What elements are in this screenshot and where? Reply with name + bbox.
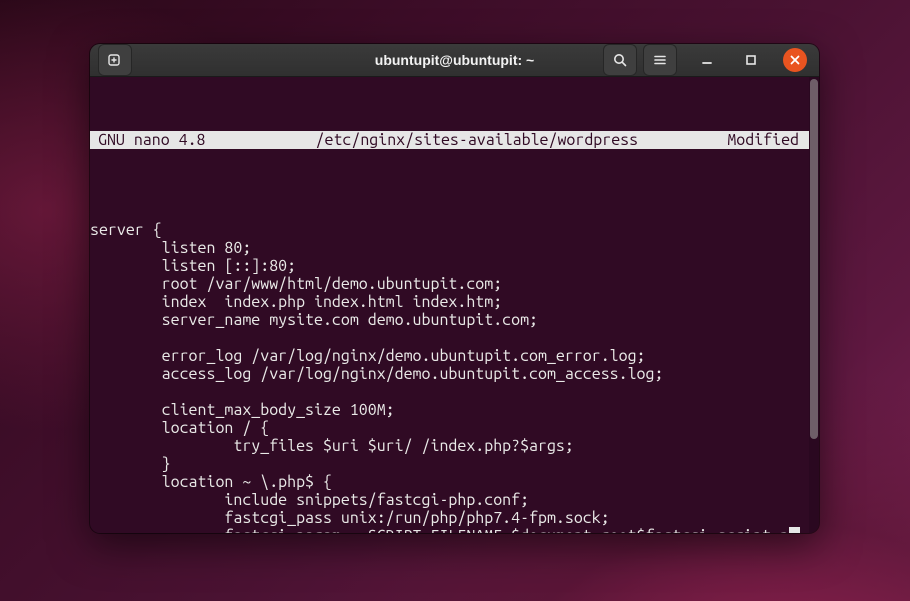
nano-app-name: GNU nano 4.8: [98, 131, 206, 149]
close-button[interactable]: [783, 48, 807, 72]
nano-status: Modified: [727, 131, 799, 149]
terminal-window: ubuntupit@ubuntupit: ~: [90, 44, 819, 533]
menu-button[interactable]: [643, 44, 677, 76]
terminal-area[interactable]: GNU nano 4.8 /etc/nginx/sites-available/…: [90, 77, 819, 533]
scrollbar-thumb[interactable]: [810, 79, 818, 439]
minimize-icon: [700, 53, 714, 67]
hamburger-icon: [652, 52, 668, 68]
maximize-button[interactable]: [737, 47, 765, 73]
nano-editor-body[interactable]: server { listen 80; listen [::]:80; root…: [90, 203, 809, 533]
desktop-background: ubuntupit@ubuntupit: ~: [0, 0, 910, 601]
continuation-mark-icon: >: [789, 527, 800, 533]
search-icon: [612, 52, 628, 68]
maximize-icon: [744, 53, 758, 67]
titlebar: ubuntupit@ubuntupit: ~: [90, 44, 819, 77]
nano-header: GNU nano 4.8 /etc/nginx/sites-available/…: [90, 131, 809, 149]
file-content[interactable]: server { listen 80; listen [::]:80; root…: [90, 221, 809, 533]
new-tab-button[interactable]: [98, 44, 132, 76]
close-icon: [789, 54, 801, 66]
terminal-content[interactable]: GNU nano 4.8 /etc/nginx/sites-available/…: [90, 77, 809, 533]
nano-file-path: /etc/nginx/sites-available/wordpress: [316, 131, 639, 149]
new-tab-icon: [107, 52, 123, 68]
search-button[interactable]: [603, 44, 637, 76]
scrollbar[interactable]: [809, 77, 819, 533]
minimize-button[interactable]: [693, 47, 721, 73]
